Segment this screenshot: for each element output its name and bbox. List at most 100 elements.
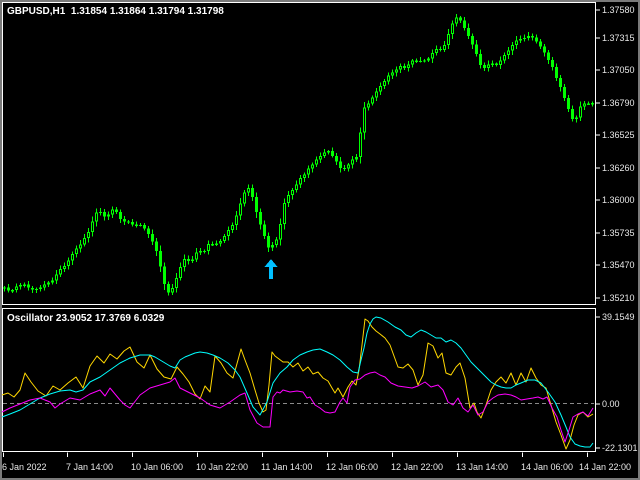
candle-body-core xyxy=(96,213,97,221)
candle-body xyxy=(467,28,470,37)
candle-body xyxy=(119,212,122,219)
candle-body-core xyxy=(396,70,397,72)
candle-body-core xyxy=(500,61,501,65)
candle-body-core xyxy=(352,160,353,164)
candle-body xyxy=(215,243,218,245)
candle-body xyxy=(99,211,102,213)
candle-body xyxy=(151,233,154,242)
candle-body-core xyxy=(280,224,281,239)
candle-body xyxy=(559,77,562,87)
candle-body xyxy=(587,103,590,105)
price-axis-label: 1.36525 xyxy=(602,130,635,140)
candle-body xyxy=(483,64,486,68)
candle-body-core xyxy=(448,34,449,45)
candle-body xyxy=(271,244,274,248)
candle-body xyxy=(535,37,538,42)
candle-body xyxy=(475,44,478,55)
candle-body xyxy=(123,219,126,222)
candle-body xyxy=(591,103,594,105)
candle-body xyxy=(47,282,50,285)
candle-body-core xyxy=(512,45,513,50)
candle-body xyxy=(259,212,262,225)
candle-body-core xyxy=(300,179,301,184)
candle-body xyxy=(199,250,202,253)
candle-body-core xyxy=(228,230,229,235)
candle-body xyxy=(147,228,150,234)
candle-body xyxy=(355,157,358,160)
candle-body-core xyxy=(508,51,509,54)
candle-body-core xyxy=(304,175,305,178)
candle-body xyxy=(531,35,534,38)
candle-body xyxy=(11,290,14,292)
candle-body-core xyxy=(380,87,381,91)
candle-body xyxy=(23,284,26,286)
candle-body xyxy=(251,188,254,197)
candle-body xyxy=(491,63,494,65)
oscillator-axis-label: 39.1549 xyxy=(602,312,635,322)
candle-body xyxy=(203,250,206,252)
candle-body-core xyxy=(488,65,489,67)
candle-body xyxy=(327,151,330,153)
candle-body-core xyxy=(288,196,289,202)
time-axis-label: 10 Jan 22:00 xyxy=(196,462,248,472)
time-axis-label: 10 Jan 06:00 xyxy=(131,462,183,472)
candle-body-core xyxy=(56,275,57,280)
candle-body xyxy=(103,211,106,217)
candle-body-core xyxy=(384,82,385,85)
candle-body-core xyxy=(432,53,433,58)
candle-body xyxy=(539,41,542,47)
candle-body-core xyxy=(516,41,517,44)
candle-wick xyxy=(344,164,345,172)
oscillator-axis-label: 0.00 xyxy=(602,399,620,409)
candle-body xyxy=(211,244,214,246)
candle-body-core xyxy=(412,61,413,64)
price-axis-label: 1.36790 xyxy=(602,98,635,108)
price-axis-label: 1.35470 xyxy=(602,260,635,270)
candle-body-core xyxy=(376,92,377,97)
candle-body-core xyxy=(172,289,173,292)
candle-body-core xyxy=(60,269,61,274)
candle-body-core xyxy=(180,268,181,277)
candle-body-core xyxy=(76,249,77,253)
candle-body xyxy=(415,60,418,62)
candle-body-core xyxy=(456,18,457,23)
candle-body-core xyxy=(296,185,297,190)
candle-body-core xyxy=(284,204,285,223)
candle-body-core xyxy=(88,232,89,237)
candle-body xyxy=(107,214,110,217)
candle-body-core xyxy=(580,107,581,117)
candle-body-core xyxy=(388,76,389,81)
candle-body-core xyxy=(408,65,409,68)
candle-body xyxy=(495,63,498,66)
candle-body xyxy=(115,209,118,213)
candle-body xyxy=(543,46,546,53)
candle-body xyxy=(155,241,158,252)
candle-wick xyxy=(4,285,5,292)
time-axis-label: 14 Jan 06:00 xyxy=(521,462,573,472)
candle-body xyxy=(127,221,130,223)
candle-body-core xyxy=(208,245,209,251)
candle-body-core xyxy=(80,245,81,248)
candle-body xyxy=(343,168,346,170)
candle-body-core xyxy=(368,104,369,107)
price-axis-label: 1.35210 xyxy=(602,293,635,303)
main-chart-title: GBPUSD,H1 1.31854 1.31864 1.31794 1.3179… xyxy=(7,6,224,17)
price-axis-label: 1.35735 xyxy=(602,228,635,238)
candle-body xyxy=(555,67,558,78)
candle-body-core xyxy=(64,267,65,268)
candle-body xyxy=(331,151,334,156)
candle-body-core xyxy=(84,239,85,244)
candle-body xyxy=(39,287,42,289)
candle-body-core xyxy=(244,193,245,203)
candle-body-core xyxy=(348,165,349,168)
candle-body xyxy=(571,109,574,120)
price-axis-label: 1.36260 xyxy=(602,163,635,173)
candle-body xyxy=(131,222,134,225)
candle-body-core xyxy=(320,156,321,159)
candle-body xyxy=(519,39,522,41)
candle-body xyxy=(339,161,342,168)
candle-wick xyxy=(524,34,525,42)
candle-body xyxy=(143,225,146,229)
candle-body-core xyxy=(240,204,241,215)
candle-wick xyxy=(36,287,37,294)
